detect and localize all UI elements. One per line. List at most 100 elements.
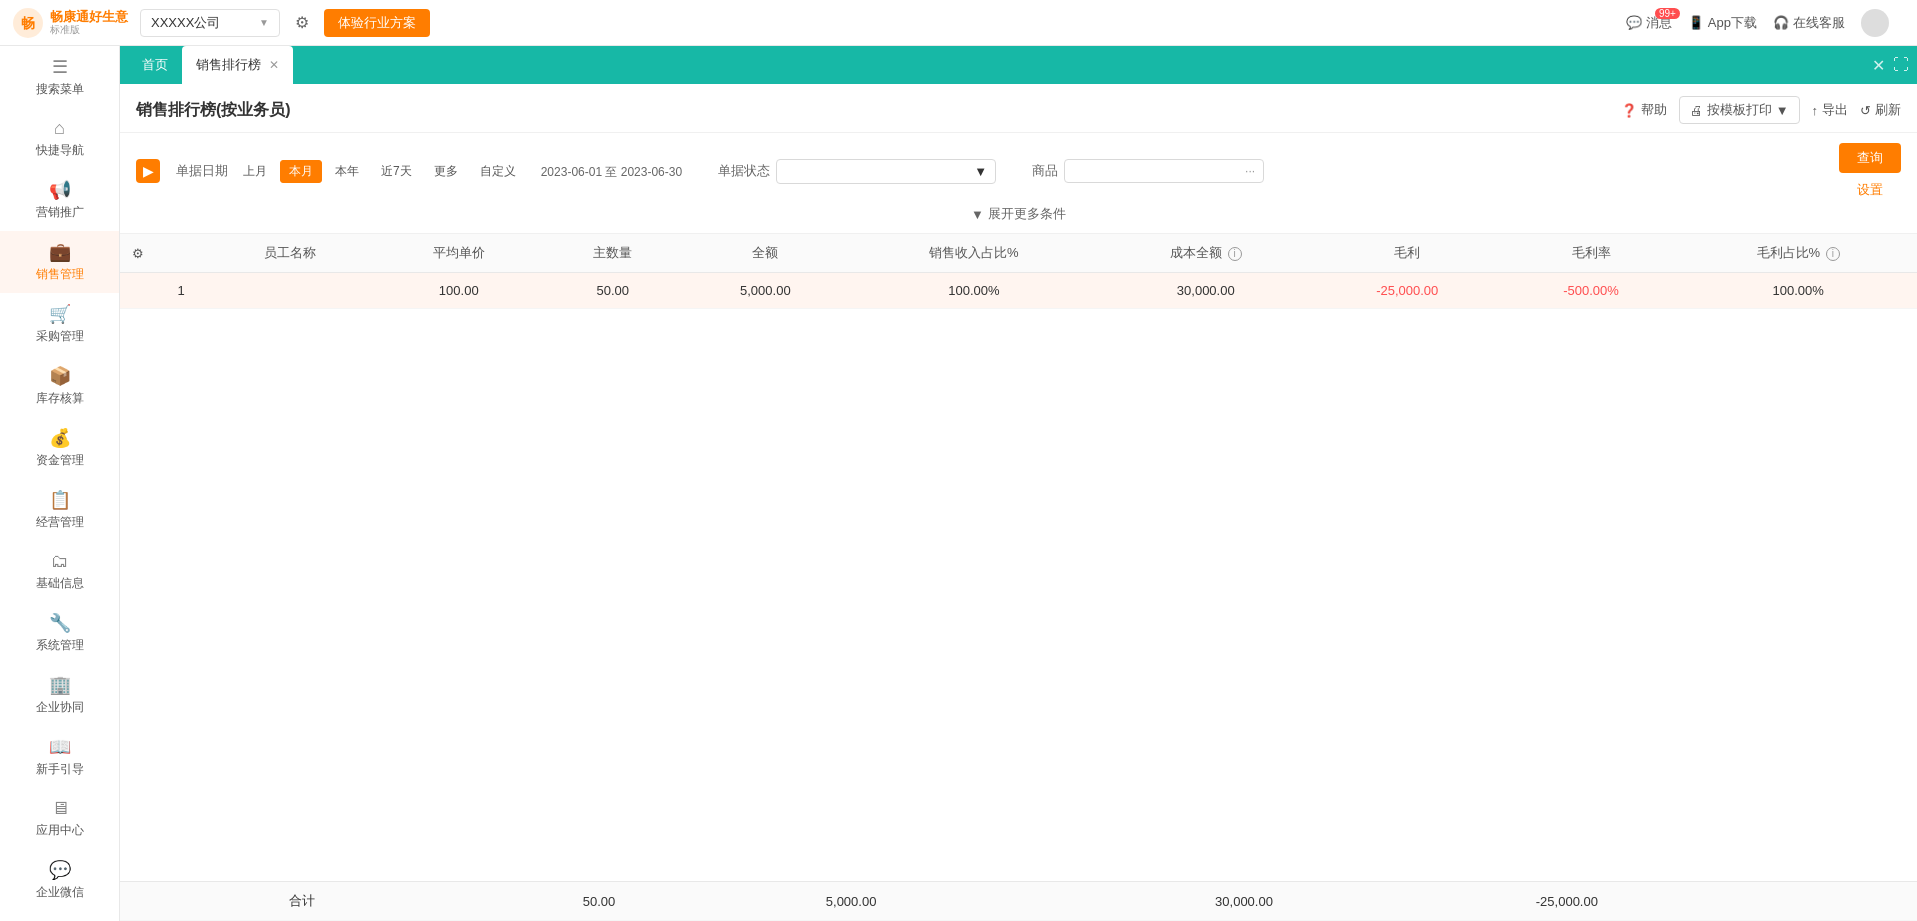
sidebar-item-wechat[interactable]: 💬 企业微信 <box>0 849 119 911</box>
col-settings[interactable]: ⚙ <box>120 234 156 273</box>
sidebar-item-search-order[interactable]: ☰ 搜索菜单 <box>0 46 119 108</box>
footer-total-label: 合计 <box>206 882 398 921</box>
sidebar-label: 企业微信 <box>36 884 84 901</box>
sidebar-item-member[interactable]: ✦ 畅会员 <box>0 911 119 921</box>
col-gross-rate: 毛利率 <box>1503 234 1680 273</box>
status-select[interactable]: ▼ <box>776 159 996 184</box>
print-chevron-icon: ▼ <box>1776 103 1789 118</box>
sidebar-item-basic-info[interactable]: 🗂 基础信息 <box>0 541 119 602</box>
sidebar-item-app-center[interactable]: 🖥 应用中心 <box>0 788 119 849</box>
filter-row: ▶ 单据日期 上月 本月 本年 近7天 更多 自定义 <box>136 143 1901 199</box>
finance-icon: 💰 <box>49 427 71 449</box>
tab-close-icon[interactable]: ✕ <box>269 58 279 72</box>
settings-link[interactable]: 设置 <box>1839 181 1901 199</box>
print-icon: 🖨 <box>1690 103 1703 118</box>
logo-area: 畅 畅康通好生意 标准版 <box>12 7 132 39</box>
col-settings-icon: ⚙ <box>132 246 144 261</box>
company-selector[interactable]: XXXXX公司 ▼ <box>140 9 280 37</box>
col-rank <box>156 234 206 273</box>
gross-pct-info-icon[interactable]: i <box>1826 247 1840 261</box>
sidebar-item-finance[interactable]: 💰 资金管理 <box>0 417 119 479</box>
table-wrapper: ⚙ 员工名称 平均单价 主数量 全额 销售收入占比% 成本全额 i <box>120 234 1917 881</box>
sidebar-label: 应用中心 <box>36 822 84 839</box>
status-chevron-icon: ▼ <box>974 164 987 179</box>
sidebar-label: 搜索菜单 <box>36 81 84 98</box>
content-area: 首页 销售排行榜 ✕ ✕ ⛶ 销售排行榜(按业务员) ❓ 帮助 <box>120 46 1917 921</box>
sidebar-label: 采购管理 <box>36 328 84 345</box>
basic-info-icon: 🗂 <box>51 551 69 572</box>
sidebar-item-purchase[interactable]: 🛒 采购管理 <box>0 293 119 355</box>
cell-amount: 5,000.00 <box>683 273 848 309</box>
message-icon: 💬 <box>1626 15 1642 30</box>
goods-more-icon[interactable]: ··· <box>1245 164 1255 178</box>
filter-expand-arrow[interactable]: ▶ <box>136 159 160 183</box>
gear-button[interactable]: ⚙ <box>288 9 316 37</box>
logo-sub: 标准版 <box>50 24 128 36</box>
sidebar: ☰ 搜索菜单 ⌂ 快捷导航 📢 营销推广 💼 销售管理 🛒 采购管理 📦 库存核… <box>0 46 120 921</box>
tab-home[interactable]: 首页 <box>128 46 182 84</box>
service-icon: 🎧 <box>1773 15 1789 30</box>
marketing-icon: 📢 <box>49 179 71 201</box>
sidebar-item-system[interactable]: 🔧 系统管理 <box>0 602 119 664</box>
online-service-button[interactable]: 🎧 在线客服 <box>1773 14 1845 32</box>
sidebar-item-inventory[interactable]: 📦 库存核算 <box>0 355 119 417</box>
tab-sales-ranking[interactable]: 销售排行榜 ✕ <box>182 46 293 84</box>
cell-employee <box>206 273 374 309</box>
date-btn-custom[interactable]: 自定义 <box>471 160 525 183</box>
date-filter-label: 单据日期 <box>176 162 228 180</box>
sidebar-label: 系统管理 <box>36 637 84 654</box>
expand-conditions-button[interactable]: ▼ 展开更多条件 <box>971 205 1066 223</box>
search-order-icon: ☰ <box>52 56 68 78</box>
goods-input[interactable]: ··· <box>1064 159 1264 183</box>
export-button[interactable]: ↑ 导出 <box>1812 101 1849 119</box>
sidebar-label: 企业协同 <box>36 699 84 716</box>
date-btn-more[interactable]: 更多 <box>425 160 467 183</box>
main-layout: ☰ 搜索菜单 ⌂ 快捷导航 📢 营销推广 💼 销售管理 🛒 采购管理 📦 库存核… <box>0 46 1917 921</box>
col-cost: 成本全额 i <box>1100 234 1312 273</box>
enterprise-icon: 🏢 <box>49 674 71 696</box>
sidebar-item-guide[interactable]: 📖 新手引导 <box>0 726 119 788</box>
date-btn-this-year[interactable]: 本年 <box>326 160 368 183</box>
date-btn-this-month[interactable]: 本月 <box>280 160 322 183</box>
sidebar-item-enterprise[interactable]: 🏢 企业协同 <box>0 664 119 726</box>
cost-info-icon[interactable]: i <box>1228 247 1242 261</box>
logo-main: 畅康通好生意 <box>50 9 128 25</box>
footer-row: 合计 50.00 5,000.00 30,000.00 -25,000.00 <box>120 882 1917 921</box>
sidebar-item-sales[interactable]: 💼 销售管理 <box>0 231 119 293</box>
help-button[interactable]: ❓ 帮助 <box>1621 101 1667 119</box>
trial-button[interactable]: 体验行业方案 <box>324 9 430 37</box>
cell-settings <box>120 273 156 309</box>
download-icon: 📱 <box>1688 15 1704 30</box>
sidebar-item-marketing[interactable]: 📢 营销推广 <box>0 169 119 231</box>
query-button[interactable]: 查询 <box>1839 143 1901 173</box>
page-header: 销售排行榜(按业务员) ❓ 帮助 🖨 按模板打印 ▼ ↑ 导出 <box>120 84 1917 133</box>
logo-icon: 畅 <box>12 7 44 39</box>
footer-quantity: 50.00 <box>490 882 707 921</box>
footer-gross: -25,000.00 <box>1401 882 1732 921</box>
template-print-button[interactable]: 🖨 按模板打印 ▼ <box>1679 96 1800 124</box>
tab-close-window-icon[interactable]: ✕ <box>1872 56 1885 75</box>
refresh-button[interactable]: ↺ 刷新 <box>1860 101 1901 119</box>
col-gross-pct: 毛利占比% i <box>1679 234 1917 273</box>
guide-icon: 📖 <box>49 736 71 758</box>
wechat-icon: 💬 <box>49 859 71 881</box>
chevron-down-icon: ▼ <box>259 17 269 28</box>
date-btn-7days[interactable]: 近7天 <box>372 160 421 183</box>
operations-icon: 📋 <box>49 489 71 511</box>
message-button[interactable]: 💬 消息 99+ <box>1626 14 1672 32</box>
date-buttons: 上月 本月 本年 近7天 更多 自定义 <box>234 160 525 183</box>
date-btn-last-month[interactable]: 上月 <box>234 160 276 183</box>
app-download-label: App下载 <box>1708 14 1757 32</box>
col-avg-price: 平均单价 <box>374 234 542 273</box>
app-download-button[interactable]: 📱 App下载 <box>1688 14 1757 32</box>
sidebar-item-operations[interactable]: 📋 经营管理 <box>0 479 119 541</box>
data-table: ⚙ 员工名称 平均单价 主数量 全额 销售收入占比% 成本全额 i <box>120 234 1917 309</box>
col-gross: 毛利 <box>1312 234 1503 273</box>
tab-expand-icon[interactable]: ⛶ <box>1893 56 1909 74</box>
purchase-icon: 🛒 <box>49 303 71 325</box>
home-icon: ⌂ <box>54 118 65 139</box>
sidebar-label: 库存核算 <box>36 390 84 407</box>
expand-label: 展开更多条件 <box>988 205 1066 223</box>
sidebar-item-quick-nav[interactable]: ⌂ 快捷导航 <box>0 108 119 169</box>
company-name: XXXXX公司 <box>151 14 220 32</box>
